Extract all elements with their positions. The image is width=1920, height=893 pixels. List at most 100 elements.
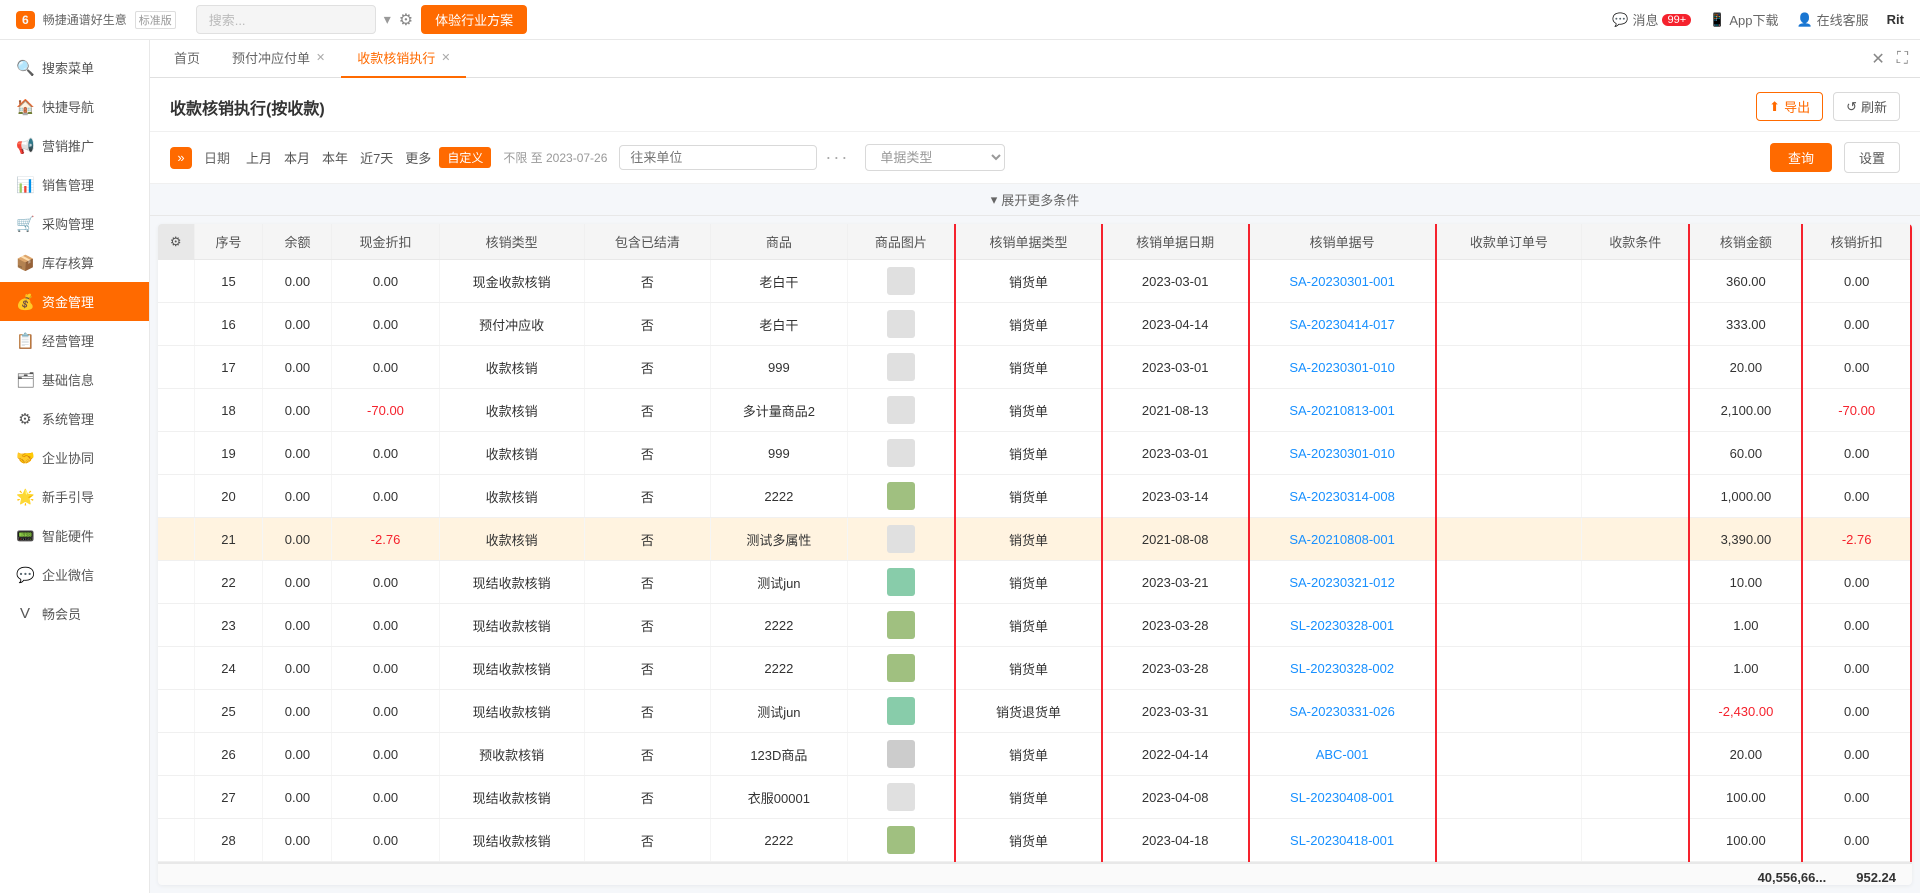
th-settings[interactable]: ⚙ <box>158 224 194 260</box>
date-7days-btn[interactable]: 近7天 <box>356 146 397 169</box>
query-btn[interactable]: 查询 <box>1770 143 1832 172</box>
td-cancel-bill-no[interactable]: SA-20230414-017 <box>1249 303 1436 346</box>
td-cancel-bill-no[interactable]: ABC-001 <box>1249 733 1436 776</box>
date-more-btn[interactable]: 更多 <box>401 146 435 169</box>
td-cancel-bill-no[interactable]: SA-20230321-012 <box>1249 561 1436 604</box>
td-cancel-bill-no[interactable]: SA-20230301-001 <box>1249 260 1436 303</box>
export-btn[interactable]: ⬆ 导出 <box>1756 92 1823 121</box>
sidebar-item-系统管理[interactable]: ⚙系统管理 <box>0 399 149 438</box>
table-row: 16 0.00 0.00 预付冲应收 否 老白干 销货单 2023-04-14 … <box>158 303 1911 346</box>
table-row: 15 0.00 0.00 现金收款核销 否 老白干 销货单 2023-03-01… <box>158 260 1911 303</box>
sidebar-item-新手引导[interactable]: 🌟新手引导 <box>0 477 149 516</box>
sidebar-item-营销推广[interactable]: 📢营销推广 <box>0 126 149 165</box>
page-header: 收款核销执行(按收款) ⬆ 导出 ↺ 刷新 <box>150 78 1920 132</box>
td-cancel-amount: 1.00 <box>1689 647 1802 690</box>
tab-label: 首页 <box>174 48 200 67</box>
td-cancel-bill-date: 2023-03-28 <box>1102 647 1249 690</box>
td-cancel-bill-no[interactable]: SL-20230408-001 <box>1249 776 1436 819</box>
sidebar-item-搜索菜单[interactable]: 🔍搜索菜单 <box>0 48 149 87</box>
td-cancel-bill-type: 销货单 <box>955 647 1102 690</box>
cancel-bill-no-link[interactable]: SA-20230301-001 <box>1289 274 1395 289</box>
tab-item-0[interactable]: 首页 <box>158 40 216 78</box>
date-this-year-btn[interactable]: 本年 <box>318 146 352 169</box>
th-receipt-order-no: 收款单订单号 <box>1436 224 1582 260</box>
filter-bar: » 日期 上月 本月 本年 近7天 更多 自定义 不限 至 2023-07-26… <box>150 132 1920 184</box>
td-cancel-type: 现金收款核销 <box>439 260 584 303</box>
top-search-input[interactable]: 搜索... <box>196 5 376 34</box>
sidebar-item-采购管理[interactable]: 🛒采购管理 <box>0 204 149 243</box>
cancel-bill-no-link[interactable]: SL-20230328-001 <box>1290 618 1394 633</box>
restore-tab-btn[interactable]: ⛶ <box>1893 46 1912 72</box>
sidebar-item-销售管理[interactable]: 📊销售管理 <box>0 165 149 204</box>
date-custom-btn[interactable]: 自定义 <box>439 147 491 168</box>
sidebar-item-企业微信[interactable]: 💬企业微信 <box>0 555 149 594</box>
td-cancel-bill-no[interactable]: SA-20230301-010 <box>1249 432 1436 475</box>
th-goods: 商品 <box>710 224 847 260</box>
filter-toggle-btn[interactable]: » <box>170 147 192 169</box>
cancel-bill-no-link[interactable]: ABC-001 <box>1316 747 1369 762</box>
settings-icon[interactable]: ⚙ <box>399 10 413 30</box>
cancel-bill-no-link[interactable]: SA-20230331-026 <box>1289 704 1395 719</box>
td-receipt-order-no <box>1436 690 1582 733</box>
expand-label: 展开更多条件 <box>1001 190 1079 209</box>
sidebar-item-畅会员[interactable]: V畅会员 <box>0 594 149 633</box>
td-goods-image <box>847 604 955 647</box>
close-tab-btn[interactable]: ✕ <box>1867 45 1888 73</box>
refresh-btn[interactable]: ↺ 刷新 <box>1833 92 1900 121</box>
sidebar-item-库存核算[interactable]: 📦库存核算 <box>0 243 149 282</box>
td-goods: 衣服00001 <box>710 776 847 819</box>
td-receipt-order-no <box>1436 647 1582 690</box>
td-seq: 28 <box>194 819 263 862</box>
td-seq: 18 <box>194 389 263 432</box>
search-dropdown-icon[interactable]: ▾ <box>384 11 391 28</box>
td-cancel-bill-no[interactable]: SA-20210813-001 <box>1249 389 1436 432</box>
industry-btn[interactable]: 体验行业方案 <box>421 5 527 34</box>
td-cancel-discount: -2.76 <box>1802 518 1911 561</box>
td-cash-discount: -2.76 <box>332 518 439 561</box>
cancel-bill-no-link[interactable]: SA-20210808-001 <box>1289 532 1395 547</box>
cancel-bill-no-link[interactable]: SA-20230301-010 <box>1289 360 1395 375</box>
cancel-bill-no-link[interactable]: SL-20230418-001 <box>1290 833 1394 848</box>
sidebar-item-企业协同[interactable]: 🤝企业协同 <box>0 438 149 477</box>
cancel-bill-no-link[interactable]: SA-20230301-010 <box>1289 446 1395 461</box>
td-cash-discount: 0.00 <box>332 303 439 346</box>
user-name[interactable]: Rit <box>1887 12 1904 27</box>
table-settings-btn[interactable]: 设置 <box>1844 142 1900 173</box>
td-cancel-amount: 333.00 <box>1689 303 1802 346</box>
cancel-bill-no-link[interactable]: SA-20210813-001 <box>1289 403 1395 418</box>
date-last-month-btn[interactable]: 上月 <box>242 146 276 169</box>
sidebar-item-资金管理[interactable]: 💰资金管理 <box>0 282 149 321</box>
td-cancel-bill-no[interactable]: SL-20230328-001 <box>1249 604 1436 647</box>
cancel-bill-no-link[interactable]: SA-20230314-008 <box>1289 489 1395 504</box>
td-cancel-bill-no[interactable]: SA-20230314-008 <box>1249 475 1436 518</box>
goods-image <box>887 396 915 424</box>
sidebar-item-智能硬件[interactable]: 📟智能硬件 <box>0 516 149 555</box>
sidebar-item-经营管理[interactable]: 📋经营管理 <box>0 321 149 360</box>
td-cancel-bill-no[interactable]: SL-20230328-002 <box>1249 647 1436 690</box>
single-type-select[interactable]: 单据类型 <box>865 144 1005 171</box>
app-download-area[interactable]: 📱 App下载 <box>1709 10 1778 29</box>
td-cancel-bill-no[interactable]: SA-20210808-001 <box>1249 518 1436 561</box>
td-goods: 测试多属性 <box>710 518 847 561</box>
expand-bar[interactable]: ▾ 展开更多条件 <box>150 184 1920 216</box>
cancel-bill-no-link[interactable]: SA-20230414-017 <box>1289 317 1395 332</box>
td-cancel-bill-no[interactable]: SA-20230301-010 <box>1249 346 1436 389</box>
cancel-bill-no-link[interactable]: SL-20230408-001 <box>1290 790 1394 805</box>
tab-item-1[interactable]: 预付冲应付单✕ <box>216 40 341 78</box>
cancel-bill-no-link[interactable]: SL-20230328-002 <box>1290 661 1394 676</box>
counterparty-input[interactable] <box>619 145 817 170</box>
sidebar-item-基础信息[interactable]: 🗂基础信息 <box>0 360 149 399</box>
tab-close-btn[interactable]: ✕ <box>316 51 325 64</box>
sidebar-item-快捷导航[interactable]: 🏠快捷导航 <box>0 87 149 126</box>
message-area[interactable]: 💬 消息 99+ <box>1612 10 1691 29</box>
cancel-bill-no-link[interactable]: SA-20230321-012 <box>1289 575 1395 590</box>
date-this-month-btn[interactable]: 本月 <box>280 146 314 169</box>
td-cancel-bill-no[interactable]: SA-20230331-026 <box>1249 690 1436 733</box>
td-cancel-bill-date: 2021-08-08 <box>1102 518 1249 561</box>
td-cancel-type: 现结收款核销 <box>439 647 584 690</box>
online-service-area[interactable]: 👤 在线客服 <box>1796 10 1868 29</box>
tab-item-2[interactable]: 收款核销执行✕ <box>341 40 466 78</box>
tab-close-btn[interactable]: ✕ <box>441 51 450 64</box>
td-cancel-bill-no[interactable]: SL-20230418-001 <box>1249 819 1436 862</box>
content-area: 收款核销执行(按收款) ⬆ 导出 ↺ 刷新 » 日期 上月 <box>150 78 1920 893</box>
